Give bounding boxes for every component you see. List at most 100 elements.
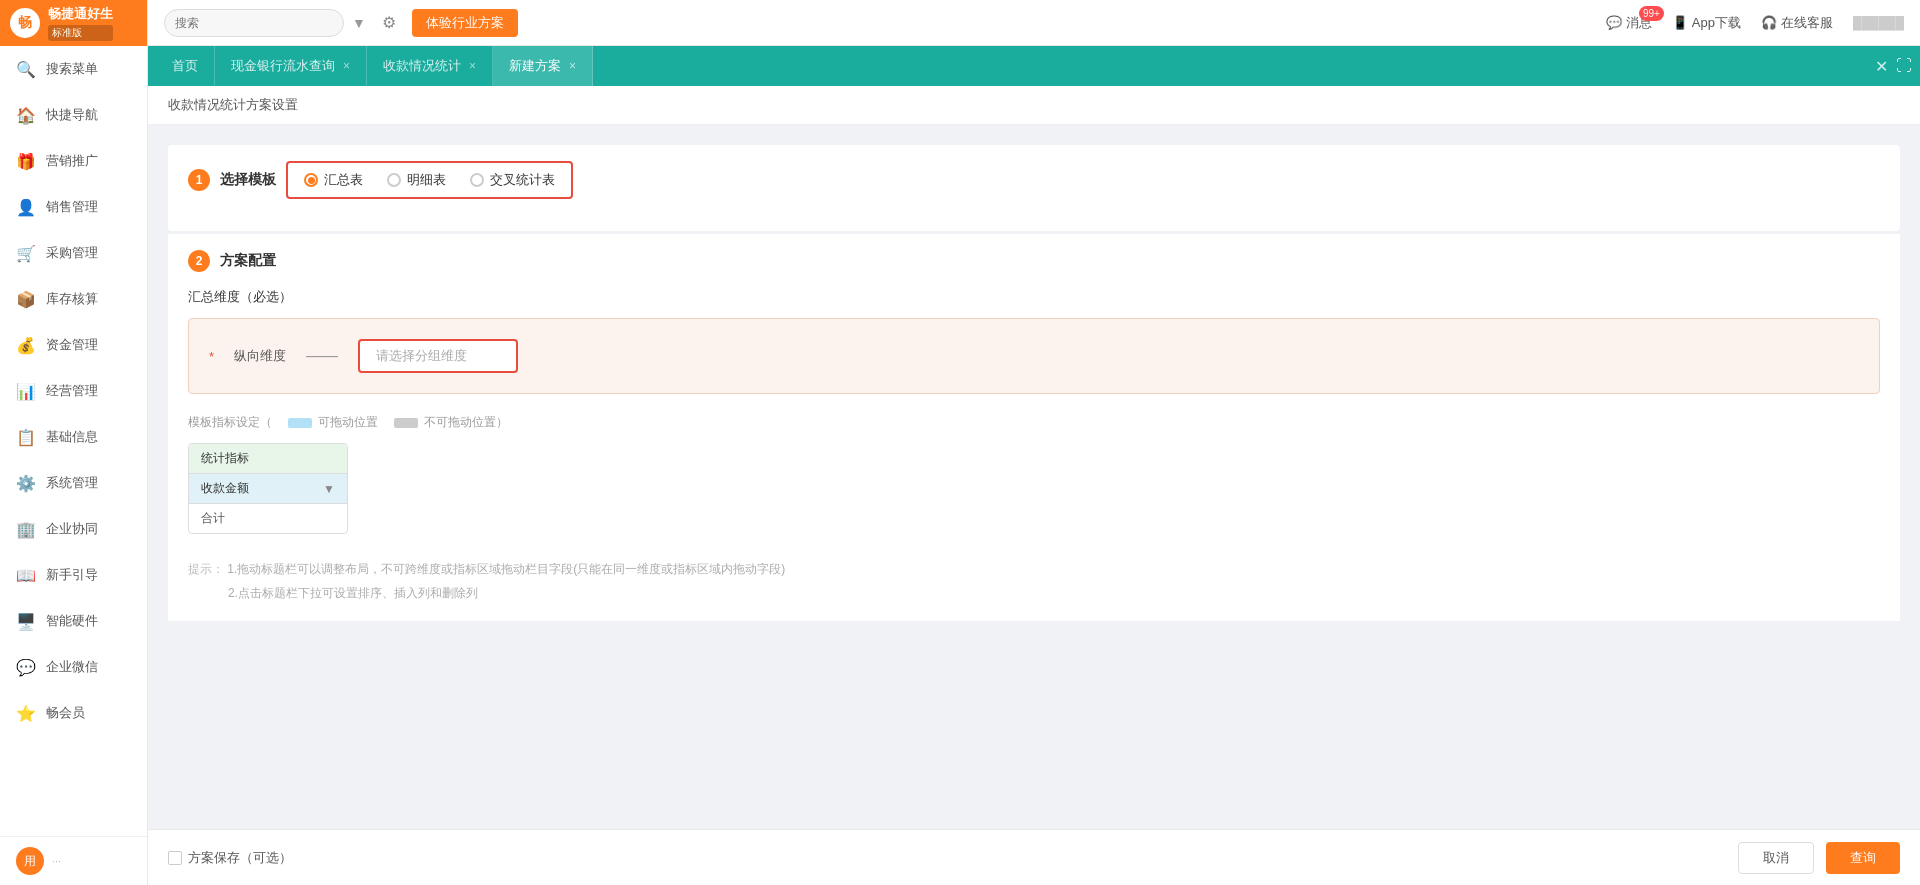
sales-icon: 👤 — [16, 197, 36, 217]
sidebar-item-inventory[interactable]: 📦 库存核算 — [0, 276, 147, 322]
radio-summary-circle — [304, 173, 318, 187]
tab-new-plan-close[interactable]: × — [569, 59, 576, 73]
radio-cross[interactable]: 交叉统计表 — [470, 171, 555, 189]
query-button[interactable]: 查询 — [1826, 842, 1900, 874]
metrics-section: 模板指标设定（ 可拖动位置 不可拖动位置） 统计指标 — [188, 414, 1880, 537]
bottom-bar: 方案保存（可选） 取消 查询 — [148, 829, 1920, 885]
step1-header: 1 选择模板 汇总表 明细表 交叉统计表 — [188, 161, 1880, 199]
sidebar-item-quick-nav[interactable]: 🏠 快捷导航 — [0, 92, 147, 138]
sidebar-item-label: 畅会员 — [46, 704, 85, 722]
sidebar-item-member[interactable]: ⭐ 畅会员 — [0, 690, 147, 736]
newbie-icon: 📖 — [16, 565, 36, 585]
user-avatar: 用 — [16, 847, 44, 875]
sidebar-item-wechat[interactable]: 💬 企业微信 — [0, 644, 147, 690]
movable-hint: 可拖动位置 — [288, 414, 378, 431]
dimension-select[interactable]: 请选择分组维度 — [358, 339, 518, 373]
member-icon: ⭐ — [16, 703, 36, 723]
tab-receipt-stat-label: 收款情况统计 — [383, 57, 461, 75]
save-label: 方案保存（可选） — [188, 849, 292, 867]
fixed-label: 不可拖动位置） — [424, 414, 508, 431]
sidebar-item-system[interactable]: ⚙️ 系统管理 — [0, 460, 147, 506]
app-icon: 📱 — [1672, 15, 1688, 30]
sidebar-item-label: 销售管理 — [46, 198, 98, 216]
save-checkbox[interactable] — [168, 851, 182, 865]
radio-detail-circle — [387, 173, 401, 187]
required-mark: * — [209, 349, 214, 364]
sidebar-item-label: 新手引导 — [46, 566, 98, 584]
logo-icon: 畅 — [10, 8, 40, 38]
search-menu-icon: 🔍 — [16, 59, 36, 79]
message-btn[interactable]: 💬 消息 99+ — [1606, 14, 1652, 32]
tab-bank-flow-close[interactable]: × — [343, 59, 350, 73]
tab-home[interactable]: 首页 — [156, 46, 215, 86]
sidebar-item-sales[interactable]: 👤 销售管理 — [0, 184, 147, 230]
page-header: 收款情况统计方案设置 — [148, 86, 1920, 125]
sidebar-item-label: 资金管理 — [46, 336, 98, 354]
logo-text-group: 畅捷通好生 标准版 — [48, 5, 113, 41]
sidebar-item-newbie[interactable]: 📖 新手引导 — [0, 552, 147, 598]
tab-receipt-stat-close[interactable]: × — [469, 59, 476, 73]
sidebar-item-label: 搜索菜单 — [46, 60, 98, 78]
online-service-btn[interactable]: 🎧 在线客服 — [1761, 14, 1833, 32]
sidebar-item-marketing[interactable]: 🎁 营销推广 — [0, 138, 147, 184]
expand-window-icon[interactable]: ⛶ — [1896, 57, 1912, 76]
vertical-dimension-label: 纵向维度 — [234, 347, 286, 365]
tab-bank-flow[interactable]: 现金银行流水查询 × — [215, 46, 367, 86]
sidebar-item-enterprise[interactable]: 🏢 企业协同 — [0, 506, 147, 552]
user-name-display: ··· — [52, 855, 61, 867]
template-radio-group: 汇总表 明细表 交叉统计表 — [286, 161, 573, 199]
app-download-btn[interactable]: 📱 App下载 — [1672, 14, 1741, 32]
sidebar-item-label: 企业微信 — [46, 658, 98, 676]
radio-detail[interactable]: 明细表 — [387, 171, 446, 189]
sidebar-item-label: 快捷导航 — [46, 106, 98, 124]
step1-title: 选择模板 — [220, 171, 276, 189]
cancel-button[interactable]: 取消 — [1738, 842, 1814, 874]
industry-btn[interactable]: 体验行业方案 — [412, 9, 518, 37]
sidebar-item-search-menu[interactable]: 🔍 搜索菜单 — [0, 46, 147, 92]
sidebar-item-operation[interactable]: 📊 经营管理 — [0, 368, 147, 414]
message-icon: 💬 — [1606, 15, 1622, 30]
enterprise-icon: 🏢 — [16, 519, 36, 539]
bottom-actions: 取消 查询 — [1738, 842, 1900, 874]
search-input[interactable] — [164, 9, 344, 37]
sidebar-item-basic[interactable]: 📋 基础信息 — [0, 414, 147, 460]
step2-title: 方案配置 — [220, 252, 276, 270]
sidebar-item-hardware[interactable]: 🖥️ 智能硬件 — [0, 598, 147, 644]
close-window-icon[interactable]: ✕ — [1875, 57, 1888, 76]
fixed-indicator — [394, 418, 418, 428]
tab-new-plan[interactable]: 新建方案 × — [493, 46, 593, 86]
purchase-icon: 🛒 — [16, 243, 36, 263]
dimension-select-placeholder: 请选择分组维度 — [376, 348, 467, 363]
dimension-arrow: —— — [306, 347, 338, 365]
section-divider — [168, 231, 1900, 233]
step2-section: 2 方案配置 汇总维度（必选） * 纵向维度 —— 请选择分组维度 模板指标 — [168, 234, 1900, 621]
sidebar: 畅 畅捷通好生 标准版 🔍 搜索菜单 🏠 快捷导航 🎁 营销推广 👤 销售管理 … — [0, 0, 148, 885]
metrics-table-header: 统计指标 — [189, 444, 347, 474]
step1-section: 1 选择模板 汇总表 明细表 交叉统计表 — [168, 145, 1900, 231]
metrics-cell-receipt[interactable]: 收款金额 ▼ — [189, 474, 347, 504]
system-icon: ⚙️ — [16, 473, 36, 493]
sidebar-item-label: 营销推广 — [46, 152, 98, 170]
radio-summary[interactable]: 汇总表 — [304, 171, 363, 189]
tab-receipt-stat[interactable]: 收款情况统计 × — [367, 46, 493, 86]
search-icon: ▼ — [352, 15, 366, 31]
operation-icon: 📊 — [16, 381, 36, 401]
hardware-icon: 🖥️ — [16, 611, 36, 631]
tips-title: 提示： — [188, 562, 224, 576]
tab-new-plan-label: 新建方案 — [509, 57, 561, 75]
sidebar-item-finance[interactable]: 💰 资金管理 — [0, 322, 147, 368]
settings-icon[interactable]: ⚙ — [382, 13, 396, 32]
message-count: 99+ — [1639, 6, 1664, 21]
metrics-cell-dropdown-icon[interactable]: ▼ — [323, 482, 335, 496]
radio-cross-circle — [470, 173, 484, 187]
radio-summary-label: 汇总表 — [324, 171, 363, 189]
sidebar-item-label: 基础信息 — [46, 428, 98, 446]
sidebar-bottom: 用 ··· — [0, 836, 147, 885]
sidebar-item-purchase[interactable]: 🛒 采购管理 — [0, 230, 147, 276]
tips-line2: 2.点击标题栏下拉可设置排序、插入列和删除列 — [228, 586, 478, 600]
page-header-title: 收款情况统计方案设置 — [168, 97, 298, 112]
dimension-area: * 纵向维度 —— 请选择分组维度 — [188, 318, 1880, 394]
tabs-controls: ✕ ⛶ — [1875, 57, 1912, 76]
online-service-label: 在线客服 — [1781, 14, 1833, 32]
finance-icon: 💰 — [16, 335, 36, 355]
